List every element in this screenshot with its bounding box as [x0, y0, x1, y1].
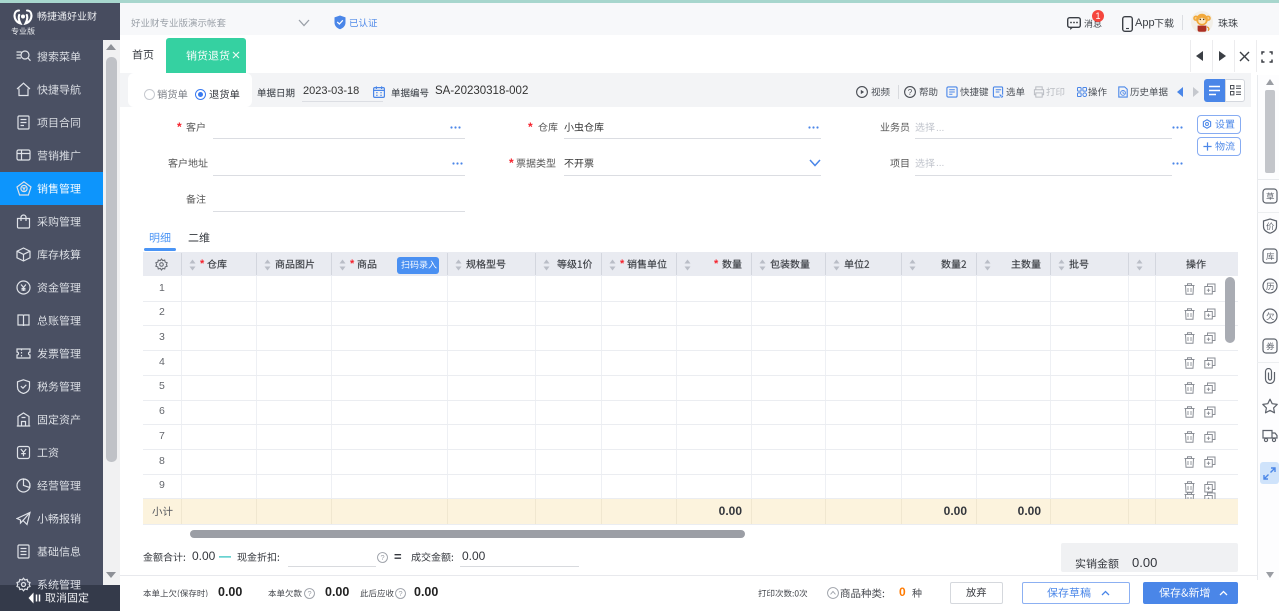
svg-text:?: ?	[398, 588, 402, 597]
svg-text:?: ?	[307, 588, 311, 597]
svg-text:?: ?	[908, 88, 913, 97]
svg-text:?: ?	[380, 552, 384, 561]
